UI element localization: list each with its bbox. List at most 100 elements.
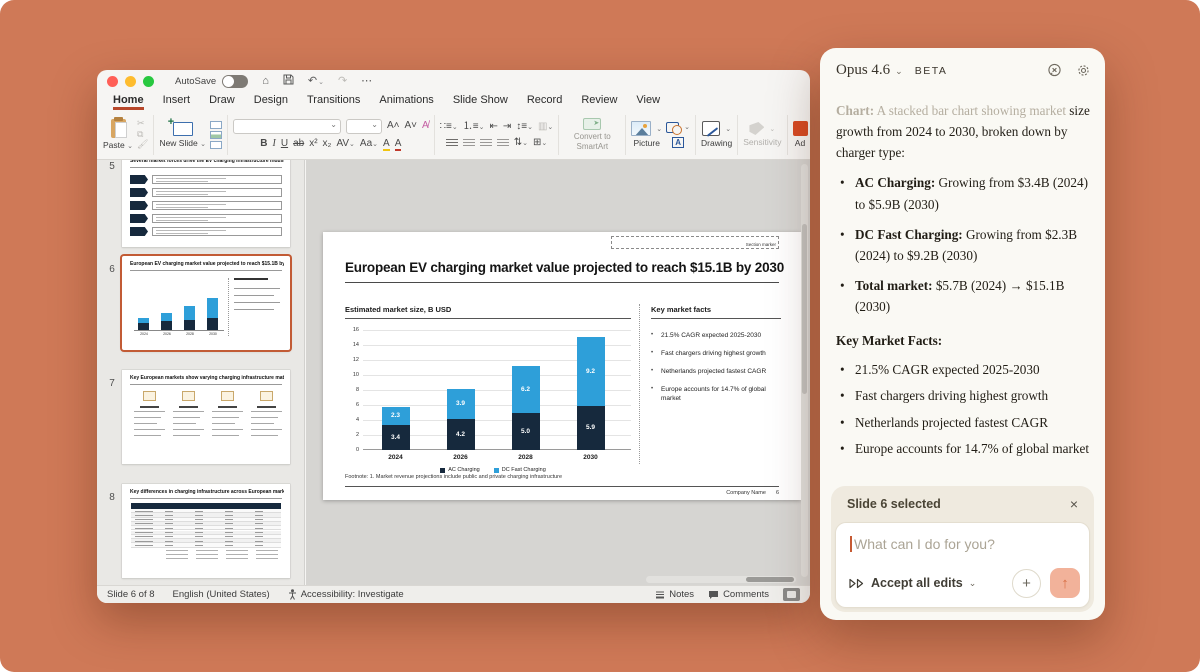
tab-transitions[interactable]: Transitions xyxy=(307,94,360,110)
bar-segment-ac-charging[interactable]: 4.2 xyxy=(446,418,475,450)
bar-segment-ac-charging[interactable]: 5.0 xyxy=(511,412,540,450)
tab-design[interactable]: Design xyxy=(254,94,288,110)
slide-thumbnail-5[interactable]: Several market forces drive the EV charg… xyxy=(122,160,290,247)
cut-icon[interactable]: ✂ xyxy=(137,118,148,129)
format-painter-icon[interactable]: 🖌 xyxy=(137,140,148,150)
slide-layout-icon[interactable] xyxy=(209,120,222,129)
tab-review[interactable]: Review xyxy=(581,94,617,110)
tab-insert[interactable]: Insert xyxy=(163,94,191,110)
grow-font-icon[interactable]: A˄ xyxy=(387,121,400,131)
clear-formatting-icon[interactable]: A̸ xyxy=(422,121,429,131)
home-icon[interactable]: ⌂ xyxy=(262,75,269,87)
bar-segment-dc-fast-charging[interactable]: 3.9 xyxy=(446,389,475,419)
bar-segment-ac-charging[interactable]: 3.4 xyxy=(381,424,410,450)
normal-view-button[interactable] xyxy=(783,588,800,601)
text-box-icon[interactable]: A xyxy=(672,136,685,148)
minimize-window-button[interactable] xyxy=(125,75,136,87)
facts-header[interactable]: Key market facts xyxy=(651,305,711,314)
comments-button[interactable]: Comments xyxy=(708,589,769,600)
bar-segment-dc-fast-charging[interactable]: 9.2 xyxy=(576,336,605,406)
feedback-icon[interactable] xyxy=(1047,63,1062,78)
tab-animations[interactable]: Animations xyxy=(379,94,433,110)
close-window-button[interactable] xyxy=(107,75,118,87)
align-center-icon[interactable] xyxy=(462,138,475,147)
slide-thumbnail-8[interactable]: Key differences in charging infrastructu… xyxy=(122,484,290,578)
close-icon[interactable]: × xyxy=(1066,496,1082,512)
bullets-icon[interactable]: ∷≡⌄ xyxy=(440,121,458,132)
undo-dropdown-icon[interactable]: ⌄ xyxy=(318,79,324,86)
strikethrough-button[interactable]: ab xyxy=(293,139,304,149)
slide-canvas[interactable]: Section marker European EV charging mark… xyxy=(323,232,801,500)
justify-icon[interactable] xyxy=(496,138,509,147)
horizontal-scrollbar[interactable] xyxy=(646,576,796,583)
horizontal-scrollbar-thumb[interactable] xyxy=(746,577,794,582)
font-color-icon[interactable]: A xyxy=(394,138,402,151)
language-setting[interactable]: English (United States) xyxy=(173,589,270,600)
notes-button[interactable]: Notes xyxy=(655,589,694,600)
market-size-chart[interactable]: 0 2 4 6 8 10 12 14 16 3.4 2.3 2024 4.2 3.9 2026 5.0 6.2 2… xyxy=(353,327,631,473)
line-spacing-icon[interactable]: ↕≡⌄ xyxy=(516,121,533,132)
send-button[interactable]: ↑ xyxy=(1050,568,1080,598)
save-icon[interactable] xyxy=(283,74,294,88)
tab-draw[interactable]: Draw xyxy=(209,94,235,110)
tab-view[interactable]: View xyxy=(636,94,660,110)
align-text-icon[interactable]: ⊞⌄ xyxy=(533,137,547,148)
chevron-down-icon[interactable]: ⌄ xyxy=(895,66,903,77)
bold-button[interactable]: B xyxy=(260,139,267,149)
convert-smartart-button[interactable]: Convert to SmartArt xyxy=(564,118,620,151)
slide-section-icon[interactable] xyxy=(209,140,222,149)
change-case-icon[interactable]: Aa⌄ xyxy=(360,139,378,149)
vertical-scrollbar[interactable] xyxy=(801,164,808,577)
align-right-icon[interactable] xyxy=(479,138,492,147)
accept-all-edits-button[interactable]: Accept all edits ⌄ xyxy=(849,576,976,590)
underline-button[interactable]: U xyxy=(281,139,288,149)
shapes-icon[interactable] xyxy=(666,121,683,135)
sensitivity-button[interactable]: ⌄ Sensitivity xyxy=(743,122,782,147)
attach-button[interactable]: + xyxy=(1012,568,1041,598)
align-left-icon[interactable] xyxy=(445,138,458,147)
gear-icon[interactable] xyxy=(1076,63,1091,78)
superscript-button[interactable]: x² xyxy=(309,139,317,149)
more-commands-button[interactable]: ⋯ xyxy=(361,75,372,87)
font-name-select[interactable] xyxy=(232,118,341,134)
font-size-select[interactable] xyxy=(345,118,382,134)
accessibility-status[interactable]: Accessibility: Investigate xyxy=(288,589,404,600)
decrease-indent-icon[interactable]: ⇤ xyxy=(489,121,497,132)
picture-button[interactable]: ⌄ Picture xyxy=(631,121,662,148)
bar-segment-ac-charging[interactable]: 5.9 xyxy=(576,405,605,450)
highlight-color-icon[interactable]: A xyxy=(383,138,390,151)
redo-button[interactable]: ↷ xyxy=(338,75,347,87)
slide-thumbnail-7[interactable]: Key European markets show varying chargi… xyxy=(122,370,290,464)
chat-input[interactable]: What can I do for you? Accept all edits … xyxy=(835,522,1090,608)
reset-slide-icon[interactable] xyxy=(209,130,222,139)
slide-thumbnail-6[interactable]: European EV charging market value projec… xyxy=(122,256,290,350)
subscript-button[interactable]: x₂ xyxy=(323,139,332,149)
italic-button[interactable]: I xyxy=(273,139,276,149)
numbering-icon[interactable]: ⒈≡⌄ xyxy=(463,121,485,132)
copy-icon[interactable]: ⧉ xyxy=(137,129,148,140)
tab-home[interactable]: Home xyxy=(113,94,144,110)
shrink-font-icon[interactable]: A˅ xyxy=(404,121,417,131)
text-direction-icon[interactable]: ⇅⌄ xyxy=(514,137,528,148)
section-marker-placeholder[interactable]: Section marker xyxy=(611,236,779,249)
zoom-window-button[interactable] xyxy=(143,75,154,87)
bar-segment-dc-fast-charging[interactable]: 2.3 xyxy=(381,407,410,425)
tab-record[interactable]: Record xyxy=(527,94,562,110)
columns-icon[interactable]: ▥⌄ xyxy=(538,121,553,132)
slide-title[interactable]: European EV charging market value projec… xyxy=(345,260,785,275)
bar-segment-dc-fast-charging[interactable]: 6.2 xyxy=(511,366,540,413)
new-slide-button[interactable]: New Slide ⌄ xyxy=(159,116,206,148)
slide-footnote[interactable]: Footnote: 1. Market revenue projections … xyxy=(345,474,562,480)
drawing-button[interactable]: ⌄ Drawing xyxy=(701,121,732,148)
chart-kicker[interactable]: Estimated market size, B USD xyxy=(345,305,451,314)
addins-button[interactable]: Ad xyxy=(792,121,808,148)
tab-slide-show[interactable]: Slide Show xyxy=(453,94,508,110)
undo-button[interactable]: ↶⌄ xyxy=(308,75,324,87)
model-selector[interactable]: Opus 4.6 xyxy=(836,62,890,79)
character-spacing-icon[interactable]: AV⌄ xyxy=(336,139,354,149)
vertical-scrollbar-thumb[interactable] xyxy=(802,224,807,394)
slide-position[interactable]: Slide 6 of 8 xyxy=(107,589,155,600)
autosave-toggle[interactable] xyxy=(222,74,249,88)
increase-indent-icon[interactable]: ⇥ xyxy=(503,121,511,132)
key-market-facts-list[interactable]: 21.5% CAGR expected 2025-2030 Fast charge… xyxy=(651,332,786,413)
